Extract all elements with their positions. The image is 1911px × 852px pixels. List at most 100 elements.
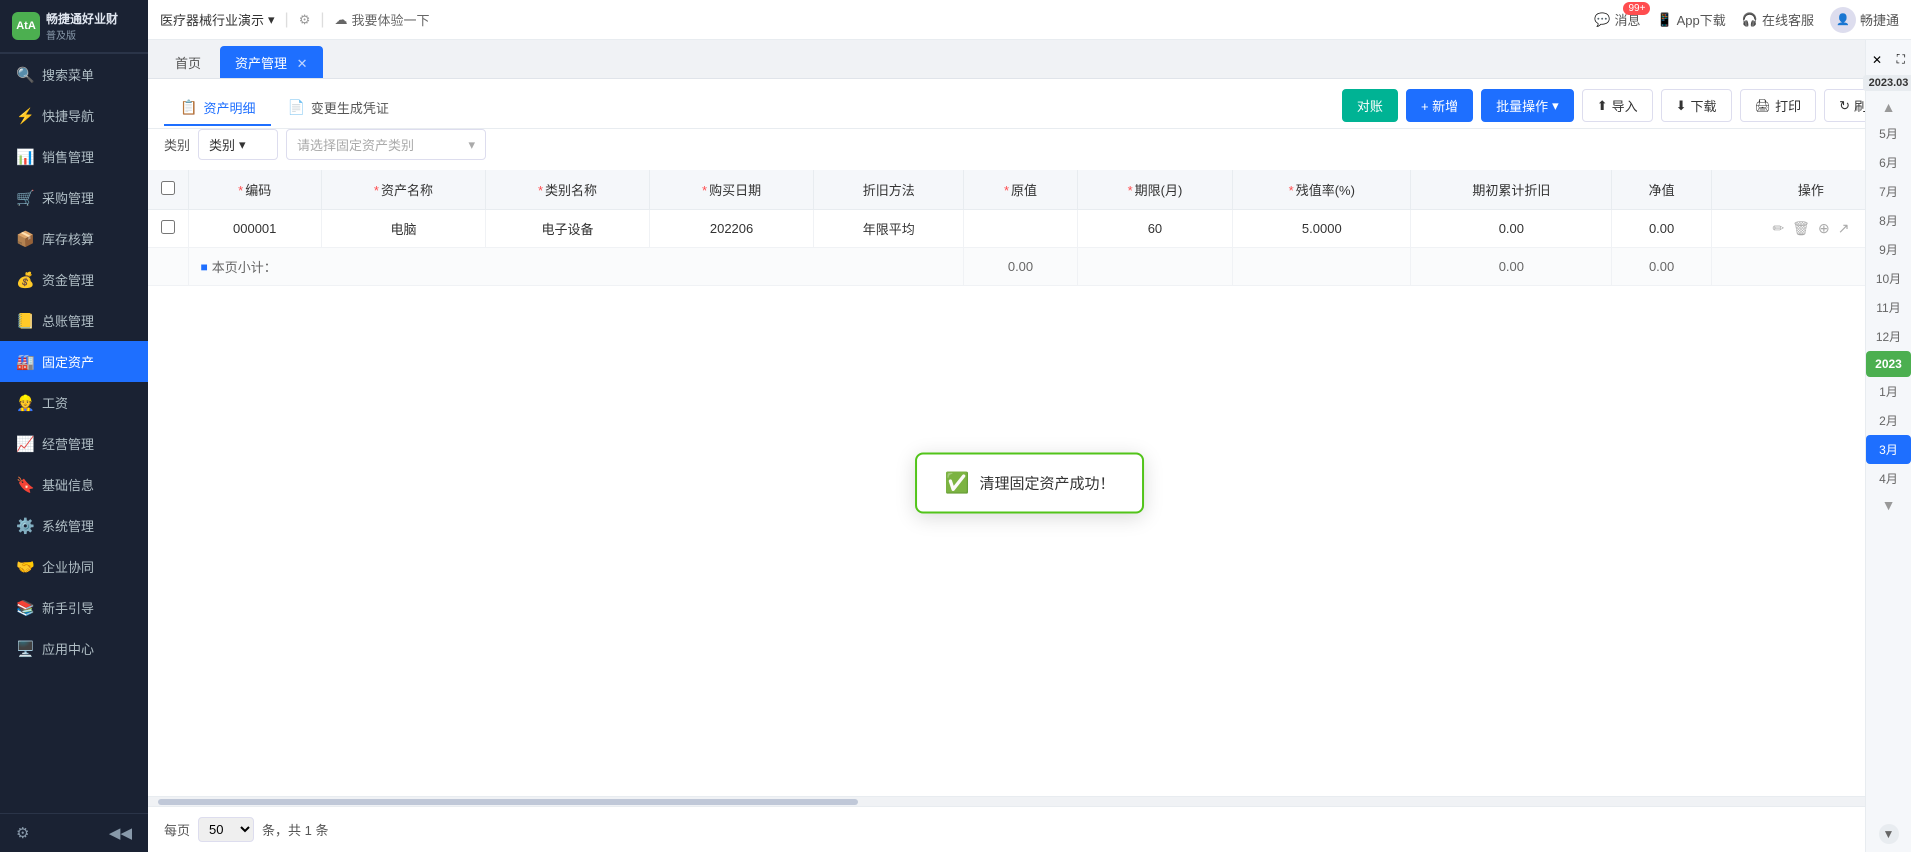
- sidebar-item-capital[interactable]: 💰 资金管理: [0, 259, 148, 300]
- row-category: 电子设备: [485, 210, 649, 248]
- category-type-value: 类别: [209, 135, 235, 154]
- right-panel-month-12[interactable]: 12月: [1866, 322, 1911, 351]
- sidebar-footer: ⚙ ◀◀: [0, 813, 148, 852]
- online-service-label: 在线客服: [1762, 10, 1814, 29]
- capital-icon: 💰: [16, 271, 34, 289]
- category-type-select[interactable]: 类别 ▾: [198, 129, 278, 160]
- right-panel-month-11[interactable]: 11月: [1866, 293, 1911, 322]
- pagination-bar: 每页 50 10 20 100 条，共 1 条: [148, 806, 1911, 852]
- total-label: 条，共 1 条: [262, 820, 328, 839]
- subtotal-label: 本页小计：: [212, 257, 277, 276]
- row-name: 电脑: [321, 210, 485, 248]
- download-btn[interactable]: ⬇ 下载: [1661, 89, 1732, 122]
- tab-asset-management[interactable]: 资产管理 ✕: [220, 46, 323, 78]
- tab-close-icon[interactable]: ✕: [297, 56, 308, 71]
- import-label: 导入: [1612, 96, 1638, 115]
- import-btn[interactable]: ⬆ 导入: [1582, 89, 1653, 122]
- import-icon: ⬆: [1597, 98, 1608, 114]
- sidebar-item-quick-nav[interactable]: ⚡ 快捷导航: [0, 95, 148, 136]
- sidebar-item-system[interactable]: ⚙️ 系统管理: [0, 505, 148, 546]
- sidebar-item-search[interactable]: 🔍 搜索菜单: [0, 53, 148, 95]
- right-panel-month-9[interactable]: 9月: [1866, 235, 1911, 264]
- collapse-icon[interactable]: ◀◀: [109, 824, 132, 842]
- tab-home[interactable]: 首页: [160, 46, 216, 78]
- right-panel-year-2023[interactable]: 2023: [1866, 351, 1911, 377]
- new-btn[interactable]: + 新增: [1406, 89, 1473, 122]
- sidebar-item-ledger-label: 总账管理: [42, 311, 94, 330]
- user-info[interactable]: 👤 畅捷通: [1830, 7, 1899, 33]
- sidebar-item-fixed-assets[interactable]: 🏭 固定资产: [0, 341, 148, 382]
- copy-icon[interactable]: ⊕: [1818, 220, 1830, 237]
- sub-tab-asset-detail-label: 资产明细: [203, 98, 255, 117]
- sidebar-item-inventory[interactable]: 📦 库存核算: [0, 218, 148, 259]
- guide-icon: 📚: [16, 599, 34, 617]
- select-all-checkbox[interactable]: [161, 181, 175, 195]
- sidebar-item-app-center[interactable]: 🖥️ 应用中心: [0, 628, 148, 669]
- online-service-btn[interactable]: 🎧 在线客服: [1742, 10, 1814, 29]
- more-icon[interactable]: ↗: [1838, 220, 1850, 237]
- panel-expand-toggle[interactable]: ▼: [1879, 824, 1899, 844]
- expand-panel-icon[interactable]: ⛶: [1897, 52, 1905, 67]
- delete-icon[interactable]: 🗑: [1792, 220, 1810, 237]
- right-panel-month-7[interactable]: 7月: [1866, 177, 1911, 206]
- app-version: 普及版: [46, 27, 118, 42]
- message-btn[interactable]: 💬 消息 99+: [1594, 10, 1640, 29]
- right-panel-month-1[interactable]: 1月: [1866, 377, 1911, 406]
- row-checkbox[interactable]: [161, 220, 175, 234]
- right-panel-month-8[interactable]: 8月: [1866, 206, 1911, 235]
- subtotal-initial-accumulated: 0.00: [1411, 248, 1612, 286]
- category-value-select[interactable]: 请选择固定资产类别 ▾: [286, 129, 486, 160]
- sidebar-item-quick-nav-label: 快捷导航: [42, 106, 94, 125]
- experience-label: 我要体验一下: [352, 10, 430, 29]
- sub-tab-change-voucher-label: 变更生成凭证: [311, 98, 389, 117]
- batch-btn[interactable]: 批量操作 ▾: [1481, 89, 1574, 122]
- sidebar-item-guide[interactable]: 📚 新手引导: [0, 587, 148, 628]
- tab-home-label: 首页: [175, 56, 201, 71]
- th-purchase-date: *购买日期: [650, 170, 814, 210]
- scroll-up-btn[interactable]: ▲: [1866, 95, 1911, 119]
- batch-dropdown-icon: ▾: [1552, 98, 1559, 114]
- reconcile-btn[interactable]: 对账: [1342, 89, 1398, 122]
- sidebar-item-basic-info[interactable]: 🔖 基础信息: [0, 464, 148, 505]
- table-scrollbar-thumb[interactable]: [158, 799, 858, 805]
- sidebar-item-sales[interactable]: 📊 销售管理: [0, 136, 148, 177]
- sidebar-item-capital-label: 资金管理: [42, 270, 94, 289]
- settings-btn[interactable]: ⚙: [299, 12, 311, 28]
- right-panel-month-2[interactable]: 2月: [1866, 406, 1911, 435]
- sidebar-item-enterprise[interactable]: 🤝 企业协同: [0, 546, 148, 587]
- right-panel-month-3[interactable]: 3月: [1866, 435, 1911, 464]
- company-selector[interactable]: 医疗器械行业演示 ▾: [160, 10, 275, 29]
- right-panel-month-6[interactable]: 6月: [1866, 148, 1911, 177]
- sidebar-item-search-label: 搜索菜单: [42, 65, 94, 84]
- tab-asset-label: 资产管理: [235, 56, 287, 71]
- th-original-value: *原值: [964, 170, 1077, 210]
- right-panel-month-5[interactable]: 5月: [1866, 119, 1911, 148]
- per-page-select[interactable]: 50 10 20 100: [198, 817, 254, 842]
- scroll-down-btn[interactable]: ▼: [1866, 493, 1911, 517]
- table-scrollbar[interactable]: [148, 796, 1911, 806]
- refresh-icon: ↻: [1839, 98, 1850, 114]
- sidebar-item-operations[interactable]: 📈 经营管理: [0, 423, 148, 464]
- sidebar-item-ledger[interactable]: 📒 总账管理: [0, 300, 148, 341]
- sub-tab-change-voucher[interactable]: 📄 变更生成凭证: [271, 91, 404, 126]
- main-content: 首页 资产管理 ✕ 📋 资产明细 📄 变更生成凭证 对账 + 新增 批量操作: [148, 40, 1911, 852]
- edit-icon[interactable]: ✏: [1772, 220, 1784, 237]
- subtotal-checkbox: [148, 248, 188, 286]
- right-panel-month-4[interactable]: 4月: [1866, 464, 1911, 493]
- print-btn[interactable]: 🖨 打印: [1740, 89, 1817, 122]
- download-icon: 📱: [1656, 12, 1672, 28]
- sub-tab-asset-detail[interactable]: 📋 资产明细: [164, 91, 271, 126]
- settings-icon[interactable]: ⚙: [16, 824, 29, 842]
- close-panel-icon[interactable]: ✕: [1872, 53, 1882, 67]
- sales-icon: 📊: [16, 148, 34, 166]
- experience-btn[interactable]: ☁ 我要体验一下: [335, 10, 430, 29]
- right-panel-month-10[interactable]: 10月: [1866, 264, 1911, 293]
- sub-tab-actions: 对账 + 新增 批量操作 ▾ ⬆ 导入 ⬇ 下载 🖨 打印: [1342, 89, 1895, 128]
- sidebar-item-purchase[interactable]: 🛒 采购管理: [0, 177, 148, 218]
- app-download-btn[interactable]: 📱 App下载: [1656, 10, 1725, 29]
- fixed-assets-icon: 🏭: [16, 353, 34, 371]
- sidebar-item-payroll[interactable]: 👷 工资: [0, 382, 148, 423]
- topbar-right: 💬 消息 99+ 📱 App下载 🎧 在线客服 👤 畅捷通: [1594, 7, 1899, 33]
- sidebar-logo-info: 畅捷通好业财 普及版: [46, 10, 118, 42]
- success-icon: ✅: [945, 471, 970, 496]
